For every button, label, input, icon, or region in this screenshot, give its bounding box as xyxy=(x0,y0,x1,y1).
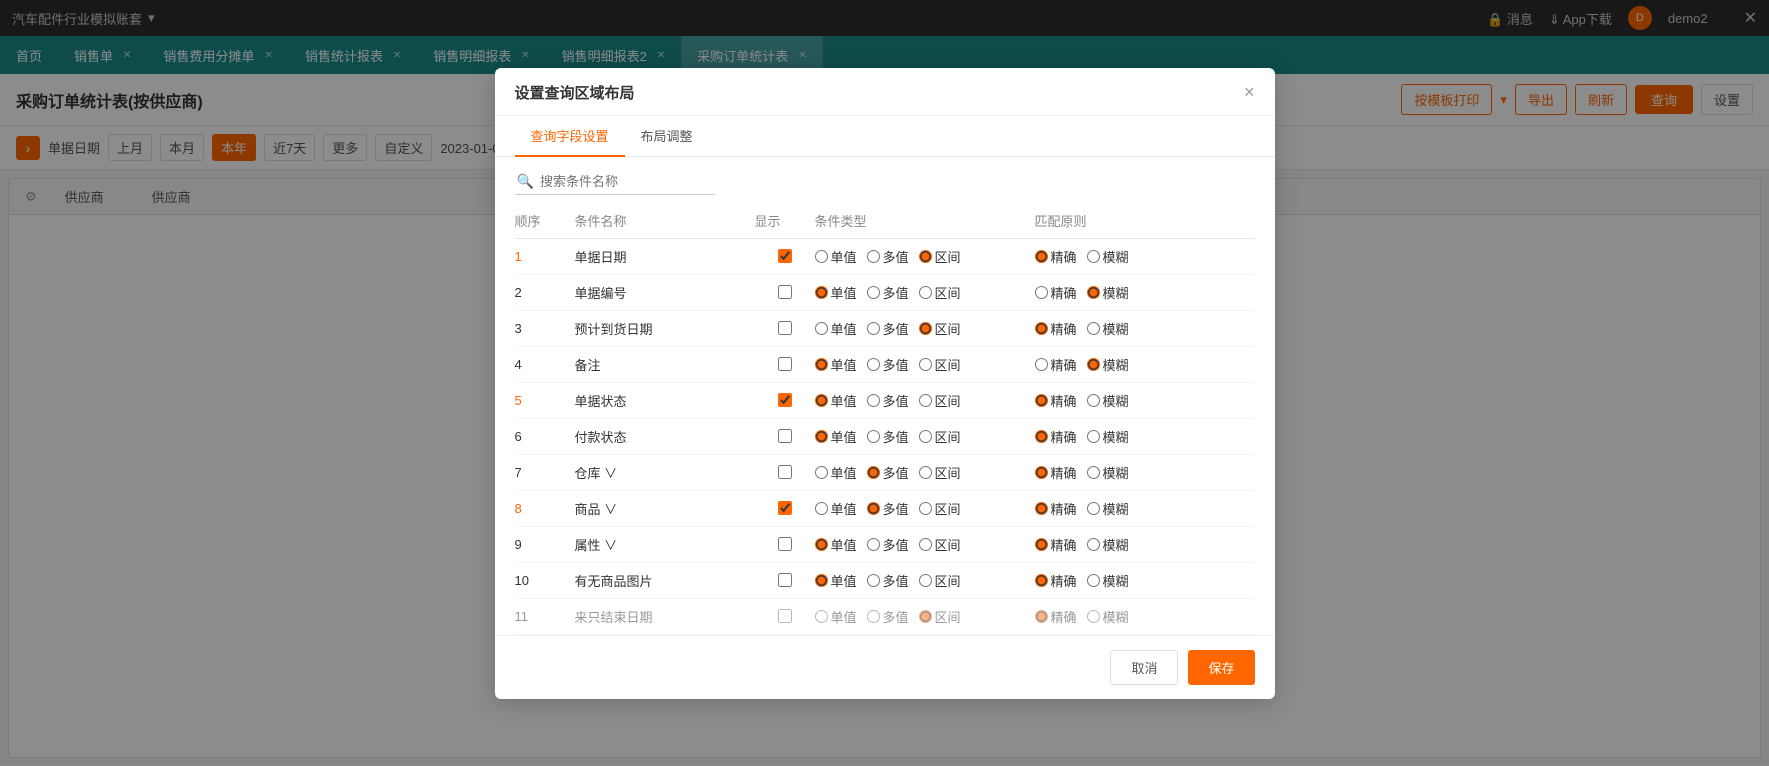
dialog: 设置查询区域布局 × 查询字段设置 布局调整 🔍 顺序 条件名称 显示 条件类型… xyxy=(495,68,1275,699)
cond-range-7[interactable]: 区间 xyxy=(919,463,961,482)
cond-multi-9[interactable]: 多值 xyxy=(867,535,909,554)
display-checkbox-1[interactable] xyxy=(778,249,792,263)
cond-range-8[interactable]: 区间 xyxy=(919,499,961,518)
match-fuzzy-8[interactable]: 模糊 xyxy=(1087,499,1129,518)
match-exact-8[interactable]: 精确 xyxy=(1035,499,1077,518)
col-display: 显示 xyxy=(755,211,815,230)
search-input[interactable] xyxy=(540,174,700,189)
table-row: 7 仓库 ∨ 单值 多值 区间 精确 模糊 xyxy=(515,455,1255,491)
table-row: 4 备注 单值 多值 区间 精确 模糊 xyxy=(515,347,1255,383)
match-fuzzy-2[interactable]: 模糊 xyxy=(1087,283,1129,302)
col-match-rule: 匹配原则 xyxy=(1035,211,1255,230)
cond-multi-8[interactable]: 多值 xyxy=(867,499,909,518)
display-checkbox-3[interactable] xyxy=(778,321,792,335)
cond-multi-10[interactable]: 多值 xyxy=(867,571,909,590)
save-button[interactable]: 保存 xyxy=(1188,650,1254,685)
cond-single-4[interactable]: 单值 xyxy=(815,355,857,374)
display-checkbox-9[interactable] xyxy=(778,537,792,551)
cond-range-10[interactable]: 区间 xyxy=(919,571,961,590)
match-fuzzy-3[interactable]: 模糊 xyxy=(1087,319,1129,338)
display-checkbox-2[interactable] xyxy=(778,285,792,299)
cond-range-11[interactable]: 区间 xyxy=(919,607,961,626)
cond-single-7[interactable]: 单值 xyxy=(815,463,857,482)
col-cond-type: 条件类型 xyxy=(815,211,1035,230)
dialog-table: 顺序 条件名称 显示 条件类型 匹配原则 1 单据日期 单值 多值 区间 精确 xyxy=(495,203,1275,635)
cond-multi-4[interactable]: 多值 xyxy=(867,355,909,374)
cond-range-6[interactable]: 区间 xyxy=(919,427,961,446)
dialog-title: 设置查询区域布局 xyxy=(515,82,635,103)
match-fuzzy-6[interactable]: 模糊 xyxy=(1087,427,1129,446)
cond-single-10[interactable]: 单值 xyxy=(815,571,857,590)
dialog-header: 设置查询区域布局 × xyxy=(495,68,1275,116)
table-row: 6 付款状态 单值 多值 区间 精确 模糊 xyxy=(515,419,1255,455)
cond-single-2[interactable]: 单值 xyxy=(815,283,857,302)
match-exact-3[interactable]: 精确 xyxy=(1035,319,1077,338)
cond-single-6[interactable]: 单值 xyxy=(815,427,857,446)
match-fuzzy-5[interactable]: 模糊 xyxy=(1087,391,1129,410)
table-row: 5 单据状态 单值 多值 区间 精确 模糊 xyxy=(515,383,1255,419)
cond-range-3[interactable]: 区间 xyxy=(919,319,961,338)
cond-multi-5[interactable]: 多值 xyxy=(867,391,909,410)
display-checkbox-7[interactable] xyxy=(778,465,792,479)
cond-single-11[interactable]: 单值 xyxy=(815,607,857,626)
match-exact-1[interactable]: 精确 xyxy=(1035,247,1077,266)
cancel-button[interactable]: 取消 xyxy=(1110,650,1178,685)
dialog-close-button[interactable]: × xyxy=(1244,83,1255,101)
match-exact-7[interactable]: 精确 xyxy=(1035,463,1077,482)
col-order: 顺序 xyxy=(515,211,575,230)
display-checkbox-8[interactable] xyxy=(778,501,792,515)
table-row: 3 预计到货日期 单值 多值 区间 精确 模糊 xyxy=(515,311,1255,347)
table-row: 10 有无商品图片 单值 多值 区间 精确 模糊 xyxy=(515,563,1255,599)
cond-range-9[interactable]: 区间 xyxy=(919,535,961,554)
table-header: 顺序 条件名称 显示 条件类型 匹配原则 xyxy=(515,203,1255,239)
table-row: 2 单据编号 单值 多值 区间 精确 模糊 xyxy=(515,275,1255,311)
cond-multi-6[interactable]: 多值 xyxy=(867,427,909,446)
search-wrap: 🔍 xyxy=(515,169,715,195)
cond-single-8[interactable]: 单值 xyxy=(815,499,857,518)
display-checkbox-10[interactable] xyxy=(778,573,792,587)
table-row: 8 商品 ∨ 单值 多值 区间 精确 模糊 xyxy=(515,491,1255,527)
cond-multi-7[interactable]: 多值 xyxy=(867,463,909,482)
cond-single-9[interactable]: 单值 xyxy=(815,535,857,554)
display-checkbox-5[interactable] xyxy=(778,393,792,407)
match-exact-9[interactable]: 精确 xyxy=(1035,535,1077,554)
table-row: 9 属性 ∨ 单值 多值 区间 精确 模糊 xyxy=(515,527,1255,563)
cond-multi-1[interactable]: 多值 xyxy=(867,247,909,266)
cond-single-3[interactable]: 单值 xyxy=(815,319,857,338)
cond-range-2[interactable]: 区间 xyxy=(919,283,961,302)
match-fuzzy-11[interactable]: 模糊 xyxy=(1087,607,1129,626)
tab-query-fields[interactable]: 查询字段设置 xyxy=(515,116,625,157)
display-checkbox-6[interactable] xyxy=(778,429,792,443)
display-checkbox-4[interactable] xyxy=(778,357,792,371)
display-checkbox-11[interactable] xyxy=(778,609,792,623)
match-fuzzy-10[interactable]: 模糊 xyxy=(1087,571,1129,590)
match-fuzzy-4[interactable]: 模糊 xyxy=(1087,355,1129,374)
dialog-tabs: 查询字段设置 布局调整 xyxy=(495,116,1275,157)
overlay: 设置查询区域布局 × 查询字段设置 布局调整 🔍 顺序 条件名称 显示 条件类型… xyxy=(0,0,1769,766)
tab-layout[interactable]: 布局调整 xyxy=(625,116,709,157)
match-fuzzy-1[interactable]: 模糊 xyxy=(1087,247,1129,266)
col-name: 条件名称 xyxy=(575,211,755,230)
match-exact-11[interactable]: 精确 xyxy=(1035,607,1077,626)
dialog-search-area: 🔍 xyxy=(495,157,1275,203)
cond-range-4[interactable]: 区间 xyxy=(919,355,961,374)
cond-multi-3[interactable]: 多值 xyxy=(867,319,909,338)
match-exact-6[interactable]: 精确 xyxy=(1035,427,1077,446)
cond-multi-11[interactable]: 多值 xyxy=(867,607,909,626)
match-fuzzy-9[interactable]: 模糊 xyxy=(1087,535,1129,554)
cond-single-1[interactable]: 单值 xyxy=(815,247,857,266)
cond-range-5[interactable]: 区间 xyxy=(919,391,961,410)
table-row: 11 来只结束日期 单值 多值 区间 精确 模糊 xyxy=(515,599,1255,635)
dialog-footer: 取消 保存 xyxy=(495,635,1275,699)
search-icon: 🔍 xyxy=(517,173,534,190)
match-exact-4[interactable]: 精确 xyxy=(1035,355,1077,374)
cond-multi-2[interactable]: 多值 xyxy=(867,283,909,302)
match-exact-5[interactable]: 精确 xyxy=(1035,391,1077,410)
match-exact-2[interactable]: 精确 xyxy=(1035,283,1077,302)
table-row: 1 单据日期 单值 多值 区间 精确 模糊 xyxy=(515,239,1255,275)
match-fuzzy-7[interactable]: 模糊 xyxy=(1087,463,1129,482)
cond-single-5[interactable]: 单值 xyxy=(815,391,857,410)
match-exact-10[interactable]: 精确 xyxy=(1035,571,1077,590)
cond-range-1[interactable]: 区间 xyxy=(919,247,961,266)
